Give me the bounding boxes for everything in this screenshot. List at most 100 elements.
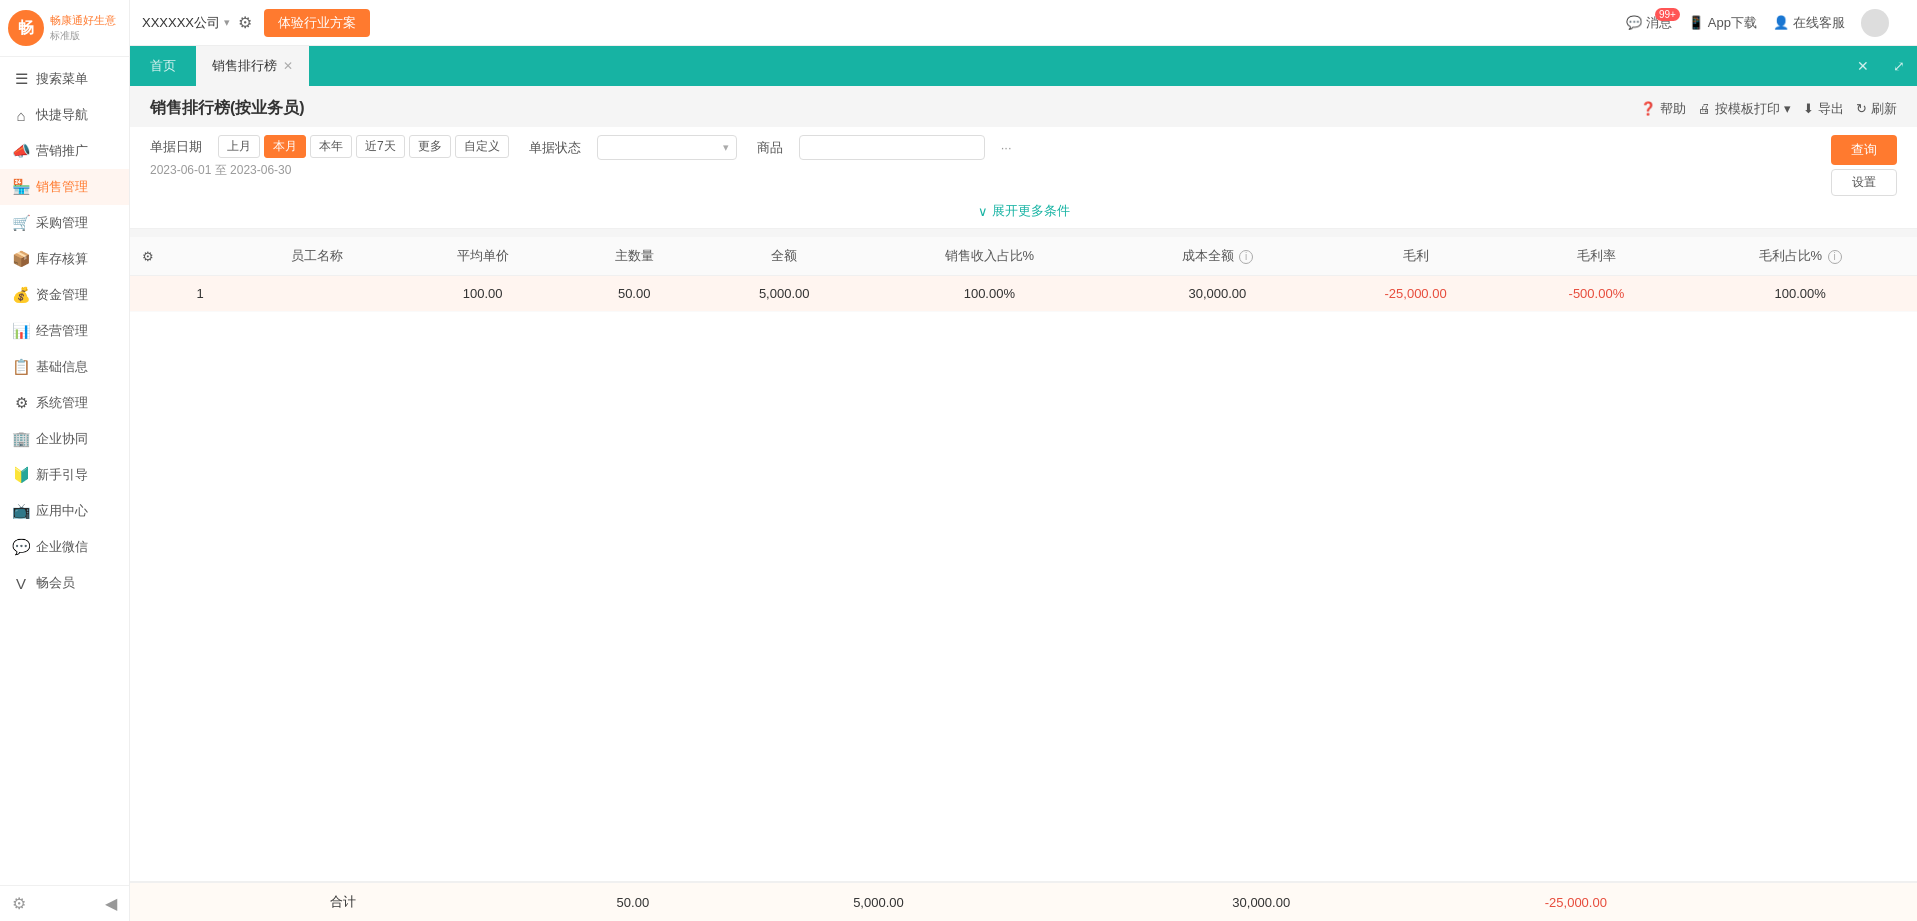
topbar: XXXXXX公司 ▾ ⚙ 体验行业方案 💬 消息 99+ 📱 App下载 👤 在…	[130, 0, 1917, 46]
th-settings[interactable]: ⚙	[130, 237, 166, 276]
status-select[interactable]	[597, 135, 737, 160]
topbar-right: 💬 消息 99+ 📱 App下载 👤 在线客服	[1626, 9, 1905, 37]
sales-icon: 🏪	[12, 178, 30, 196]
date-buttons: 上月 本月 本年 近7天 更多 自定义	[218, 135, 509, 158]
sidebar-item-quick-nav[interactable]: ⌂ 快捷导航	[0, 97, 129, 133]
status-filter-label: 单据状态	[529, 139, 581, 157]
message-icon: 💬	[1626, 15, 1642, 30]
marketing-label: 营销推广	[36, 142, 88, 160]
logo-icon: 畅	[8, 10, 44, 46]
win-expand-button[interactable]: ⤢	[1881, 46, 1917, 86]
tab-home[interactable]: 首页	[130, 46, 196, 86]
help-icon: ❓	[1640, 101, 1656, 116]
date-btn-custom[interactable]: 自定义	[455, 135, 509, 158]
marketing-icon: 📣	[12, 142, 30, 160]
sidebar-item-enterprise[interactable]: 🏢 企业协同	[0, 421, 129, 457]
tab-sales-ranking[interactable]: 销售排行榜 ✕	[196, 46, 309, 86]
tfoot-gross-rate	[1737, 883, 1827, 922]
sidebar-item-inventory[interactable]: 📦 库存核算	[0, 241, 129, 277]
trial-button[interactable]: 体验行业方案	[264, 9, 370, 37]
summary-row: 合计 50.00 5,000.00 30,000.00 -25,000.00	[130, 883, 1917, 922]
th-rank	[166, 237, 234, 276]
member-icon: V	[12, 574, 30, 592]
tab-home-label: 首页	[150, 57, 176, 75]
print-icon: 🖨	[1698, 101, 1711, 116]
operations-label: 经营管理	[36, 322, 88, 340]
td-cost: 30,000.00	[1113, 276, 1322, 312]
sidebar-item-marketing[interactable]: 📣 营销推广	[0, 133, 129, 169]
th-avg-price: 平均单价	[400, 237, 566, 276]
th-amount: 全额	[703, 237, 866, 276]
export-button[interactable]: ⬇ 导出	[1803, 100, 1844, 118]
expand-more-button[interactable]: ∨ 展开更多条件	[978, 202, 1070, 220]
topbar-settings-icon[interactable]: ⚙	[238, 13, 252, 32]
filter-expand-row: ∨ 展开更多条件	[150, 196, 1897, 220]
app-label: App下载	[1708, 14, 1757, 32]
basic-info-icon: 📋	[12, 358, 30, 376]
search-order-icon: ☰	[12, 70, 30, 88]
date-filter-label: 单据日期	[150, 138, 202, 156]
tfoot-gross-pct	[1827, 883, 1917, 922]
date-btn-7days[interactable]: 近7天	[356, 135, 405, 158]
goods-filter-label: 商品	[757, 139, 783, 157]
goods-more-icon[interactable]: ···	[1001, 140, 1012, 155]
company-selector[interactable]: XXXXXX公司 ▾	[142, 14, 230, 32]
sidebar-item-guide[interactable]: 🔰 新手引导	[0, 457, 129, 493]
sidebar-item-member[interactable]: V 畅会员	[0, 565, 129, 601]
date-btn-this-year[interactable]: 本年	[310, 135, 352, 158]
sidebar-item-basic-info[interactable]: 📋 基础信息	[0, 349, 129, 385]
status-select-wrap	[597, 135, 737, 160]
sidebar-item-purchase[interactable]: 🛒 采购管理	[0, 205, 129, 241]
tab-close-icon[interactable]: ✕	[283, 59, 293, 73]
help-button[interactable]: ❓ 帮助	[1640, 100, 1686, 118]
app-download-button[interactable]: 📱 App下载	[1688, 14, 1757, 32]
expand-more-label: 展开更多条件	[992, 202, 1070, 220]
td-gross: -25,000.00	[1322, 276, 1510, 312]
goods-filter-row: 商品 ···	[757, 135, 1012, 160]
wechat-label: 企业微信	[36, 538, 88, 556]
logo-text: 畅康通好生意	[50, 13, 116, 28]
th-qty: 主数量	[566, 237, 703, 276]
sidebar-collapse-icon[interactable]: ◀	[105, 894, 117, 913]
query-button[interactable]: 查询	[1831, 135, 1897, 165]
print-arrow-icon: ▾	[1784, 101, 1791, 116]
data-table-wrap: ⚙ 员工名称 平均单价 主数量 全额 销售收入占比% 成本全额 i 毛利 毛利率…	[130, 237, 1917, 921]
online-service-button[interactable]: 👤 在线客服	[1773, 14, 1845, 32]
refresh-button[interactable]: ↻ 刷新	[1856, 100, 1897, 118]
print-button[interactable]: 🖨 按模板打印 ▾	[1698, 100, 1791, 118]
sidebar-item-operations[interactable]: 📊 经营管理	[0, 313, 129, 349]
goods-input[interactable]	[799, 135, 985, 160]
filter-settings-button[interactable]: 设置	[1831, 169, 1897, 196]
td-rank: 1	[166, 276, 234, 312]
enterprise-icon: 🏢	[12, 430, 30, 448]
gross-pct-info-icon[interactable]: i	[1828, 250, 1842, 264]
cost-info-icon[interactable]: i	[1239, 250, 1253, 264]
table-header: ⚙ 员工名称 平均单价 主数量 全额 销售收入占比% 成本全额 i 毛利 毛利率…	[130, 237, 1917, 276]
table-row: 1 100.00 50.00 5,000.00 100.00% 30,000.0…	[130, 276, 1917, 312]
page-header: 销售排行榜(按业务员) ❓ 帮助 🖨 按模板打印 ▾ ⬇ 导出 ↻ 刷新	[130, 86, 1917, 127]
sidebar-item-system[interactable]: ⚙ 系统管理	[0, 385, 129, 421]
tfoot-settings	[130, 883, 160, 922]
logo-area: 畅 畅康通好生意 标准版	[0, 0, 129, 57]
sidebar-item-app-center[interactable]: 📺 应用中心	[0, 493, 129, 529]
finance-icon: 💰	[12, 286, 30, 304]
win-close-button[interactable]: ✕	[1845, 46, 1881, 86]
operations-icon: 📊	[12, 322, 30, 340]
sidebar-item-sales[interactable]: 🏪 销售管理	[0, 169, 129, 205]
message-button[interactable]: 💬 消息 99+	[1626, 14, 1672, 32]
inventory-icon: 📦	[12, 250, 30, 268]
service-label: 在线客服	[1793, 14, 1845, 32]
tfoot-cost: 30,000.00	[1108, 883, 1414, 922]
sidebar-item-wechat[interactable]: 💬 企业微信	[0, 529, 129, 565]
th-cost: 成本全额 i	[1113, 237, 1322, 276]
date-btn-more[interactable]: 更多	[409, 135, 451, 158]
date-btn-prev-month[interactable]: 上月	[218, 135, 260, 158]
status-filter-row: 单据状态	[529, 135, 737, 160]
sidebar-item-search-order[interactable]: ☰ 搜索菜单	[0, 61, 129, 97]
sidebar-item-finance[interactable]: 💰 资金管理	[0, 277, 129, 313]
filter-panel: 单据日期 上月 本月 本年 近7天 更多 自定义 2023-06-01 至 20…	[130, 127, 1917, 229]
sidebar-settings-icon[interactable]: ⚙	[12, 894, 26, 913]
date-btn-this-month[interactable]: 本月	[264, 135, 306, 158]
guide-icon: 🔰	[12, 466, 30, 484]
avatar[interactable]	[1861, 9, 1889, 37]
